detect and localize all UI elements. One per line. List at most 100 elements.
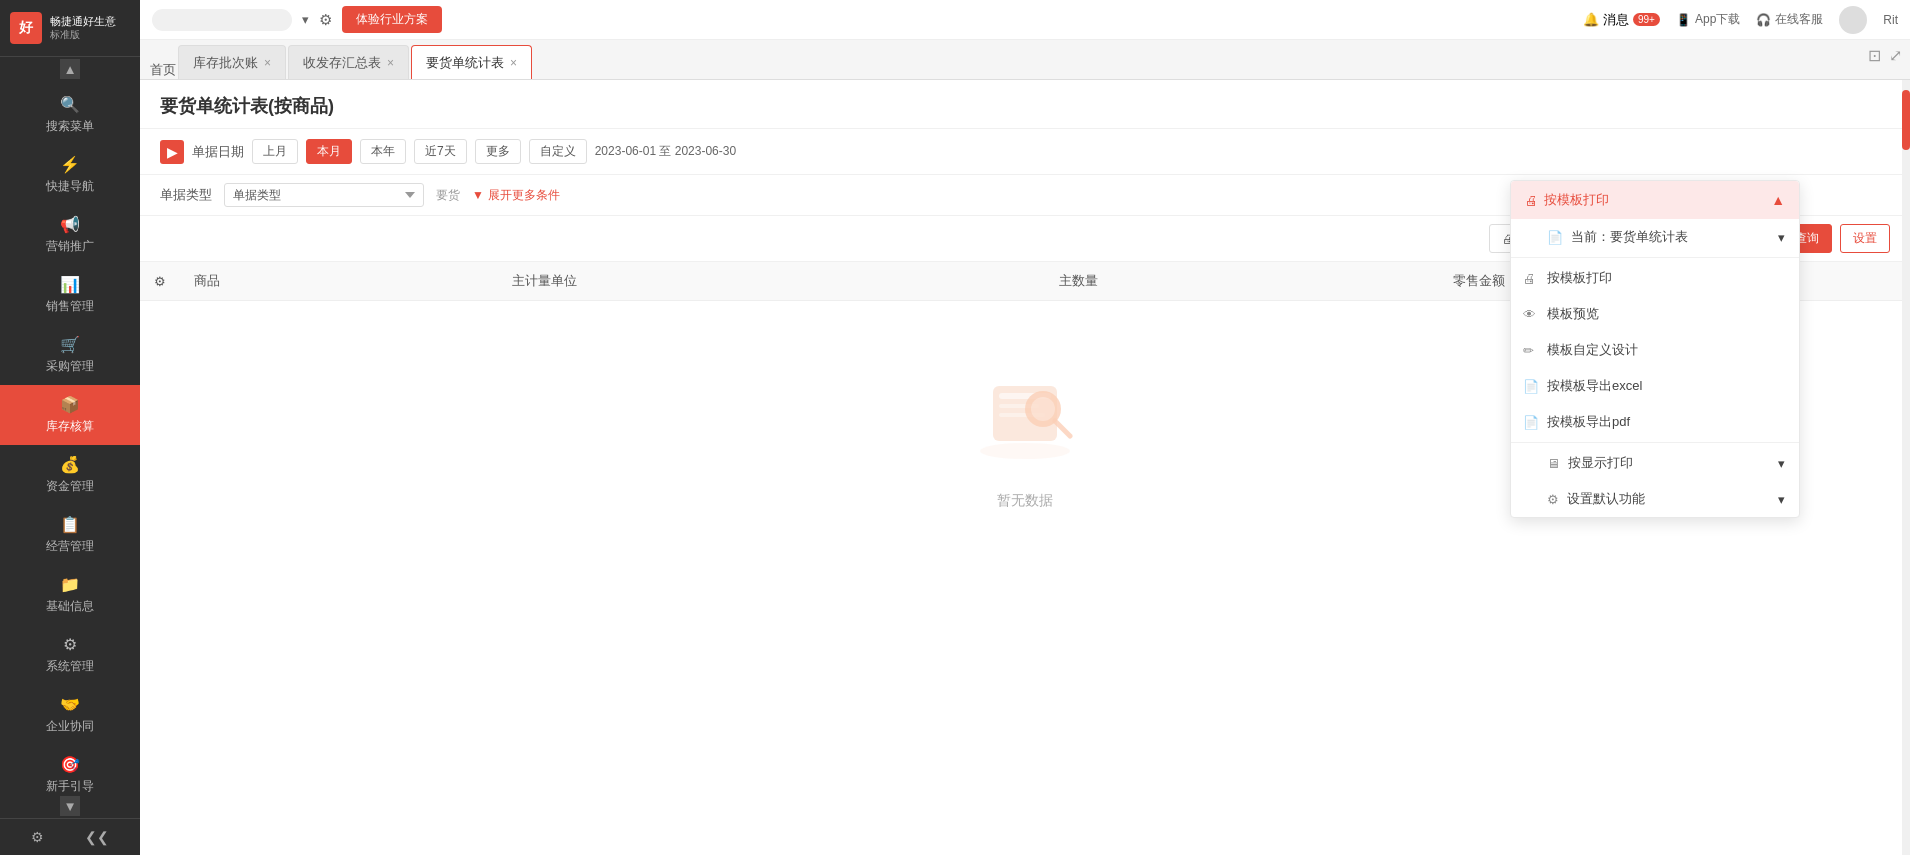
topbar: ▾ ⚙ 体验行业方案 🔔 消息 99+ 📱 App下载 🎧 在线客服 Rit (140, 0, 1910, 40)
scrollbar-thumb[interactable] (1902, 90, 1910, 150)
date-range-display: 2023-06-01 至 2023-06-30 (595, 143, 736, 160)
logo-icon: 好 (10, 12, 42, 44)
template-preview-item[interactable]: 👁 模板预览 (1511, 296, 1799, 332)
sidebar-item-inventory[interactable]: 📦 库存核算 (0, 385, 140, 445)
settings-button[interactable]: 设置 (1840, 224, 1890, 253)
column-unit: 主计量单位 (498, 262, 1045, 301)
lightning-icon: ⚡ (60, 155, 80, 174)
main-area: ▾ ⚙ 体验行业方案 🔔 消息 99+ 📱 App下载 🎧 在线客服 Rit 首… (140, 0, 1910, 855)
display-print-chevron: ▾ (1778, 456, 1785, 471)
expand-icon: ▼ (472, 188, 484, 202)
sidebar-item-operation[interactable]: 📋 经营管理 (0, 505, 140, 565)
print-dropdown-title: 🖨 按模板打印 (1525, 191, 1609, 209)
svg-point-0 (980, 443, 1070, 459)
sidebar-scroll-up[interactable]: ▲ (60, 59, 80, 79)
template-pdf-icon: 📄 (1523, 415, 1539, 430)
tab-close-inventory-batch[interactable]: × (264, 56, 271, 70)
cart-icon: 🛒 (60, 335, 80, 354)
template-pdf-item[interactable]: 📄 按模板导出pdf (1511, 404, 1799, 440)
empty-text: 暂无数据 (997, 492, 1053, 510)
order-type-label: 要货 (436, 187, 460, 204)
sidebar-item-search[interactable]: 🔍 搜索菜单 (0, 85, 140, 145)
money-icon: 💰 (60, 455, 80, 474)
sidebar-item-system[interactable]: ⚙ 系统管理 (0, 625, 140, 685)
chart-icon: 📊 (60, 275, 80, 294)
avatar[interactable] (1839, 6, 1867, 34)
sidebar: 好 畅捷通好生意 标准版 ▲ 🔍 搜索菜单 ⚡ 快捷导航 📢 营销推广 📊 销售… (0, 0, 140, 855)
type-label: 单据类型 (160, 186, 212, 204)
empty-illustration (965, 361, 1085, 480)
template-excel-item[interactable]: 📄 按模板导出excel (1511, 368, 1799, 404)
bell-icon: 🔔 (1583, 12, 1599, 27)
message-button[interactable]: 🔔 消息 99+ (1583, 11, 1660, 29)
sidebar-item-sales[interactable]: 📊 销售管理 (0, 265, 140, 325)
app-logo: 好 畅捷通好生意 标准版 (0, 0, 140, 57)
folder-icon: 📁 (60, 575, 80, 594)
print-dropdown-close-button[interactable]: ▲ (1771, 192, 1785, 208)
sidebar-scroll-down[interactable]: ▼ (60, 796, 80, 816)
topbar-gear-button[interactable]: ⚙ (319, 11, 332, 29)
date-btn-custom[interactable]: 自定义 (529, 139, 587, 164)
trial-button[interactable]: 体验行业方案 (342, 6, 442, 33)
tab-collection-summary[interactable]: 收发存汇总表 × (288, 45, 409, 79)
column-product: 商品 (180, 262, 498, 301)
tab-close-collection-summary[interactable]: × (387, 56, 394, 70)
expand-more-button[interactable]: ▼ 展开更多条件 (472, 187, 560, 204)
date-btn-7days[interactable]: 近7天 (414, 139, 467, 164)
sidebar-bottom: ⚙ ❮❮ (0, 818, 140, 855)
sidebar-collapse-button[interactable]: ❮❮ (85, 829, 109, 845)
display-print-item[interactable]: 🖥 按显示打印 ▾ (1511, 445, 1799, 481)
filter-bar: ▶ 单据日期 上月 本月 本年 近7天 更多 自定义 2023-06-01 至 … (140, 129, 1910, 175)
print-dropdown-header: 🖨 按模板打印 ▲ (1511, 181, 1799, 219)
tabbar: 首页 库存批次账 × 收发存汇总表 × 要货单统计表 × ⊡ ⤢ (140, 40, 1910, 80)
date-btn-this-year[interactable]: 本年 (360, 139, 406, 164)
handshake-icon: 🤝 (60, 695, 80, 714)
sidebar-item-basic[interactable]: 📁 基础信息 (0, 565, 140, 625)
svg-point-6 (1031, 397, 1055, 421)
date-btn-last-month[interactable]: 上月 (252, 139, 298, 164)
template-preview-icon: 👁 (1523, 307, 1536, 322)
sidebar-item-collab[interactable]: 🤝 企业协同 (0, 685, 140, 745)
template-design-icon: ✏ (1523, 343, 1534, 358)
column-gear[interactable]: ⚙ (140, 262, 180, 301)
tab-close-order-stats[interactable]: × (510, 56, 517, 70)
megaphone-icon: 📢 (60, 215, 80, 234)
tab-maximize-button[interactable]: ⤢ (1889, 46, 1902, 65)
set-default-chevron: ▾ (1778, 492, 1785, 507)
gear-icon: ⚙ (63, 635, 77, 654)
date-label: 单据日期 (192, 143, 244, 161)
template-print-item[interactable]: 🖨 按模板打印 (1511, 260, 1799, 296)
sidebar-item-finance[interactable]: 💰 资金管理 (0, 445, 140, 505)
sidebar-nav: 🔍 搜索菜单 ⚡ 快捷导航 📢 营销推广 📊 销售管理 🛒 采购管理 📦 库存核… (0, 81, 140, 794)
type-select[interactable]: 单据类型 (224, 183, 424, 207)
clipboard-icon: 📋 (60, 515, 80, 534)
date-btn-more[interactable]: 更多 (475, 139, 521, 164)
template-design-item[interactable]: ✏ 模板自定义设计 (1511, 332, 1799, 368)
current-template-item[interactable]: 📄 当前：要货单统计表 ▾ (1511, 219, 1799, 255)
sidebar-item-shortcut[interactable]: ⚡ 快捷导航 (0, 145, 140, 205)
page-title: 要货单统计表(按商品) (160, 96, 334, 116)
topbar-search-input[interactable] (152, 9, 292, 31)
tab-home[interactable]: 首页 (150, 61, 176, 79)
sidebar-item-marketing[interactable]: 📢 营销推广 (0, 205, 140, 265)
column-quantity: 主数量 (1045, 262, 1439, 301)
target-icon: 🎯 (60, 755, 80, 774)
date-btn-this-month[interactable]: 本月 (306, 139, 352, 164)
sidebar-item-purchase[interactable]: 🛒 采购管理 (0, 325, 140, 385)
download-icon: 📱 (1676, 13, 1691, 27)
right-scrollbar[interactable] (1902, 80, 1910, 855)
template-excel-icon: 📄 (1523, 379, 1539, 394)
filter-expand-button[interactable]: ▶ (160, 140, 184, 164)
online-service-link[interactable]: 🎧 在线客服 (1756, 11, 1823, 28)
topbar-dropdown-button[interactable]: ▾ (302, 12, 309, 27)
display-print-icon: 🖥 (1547, 456, 1560, 471)
app-download-link[interactable]: 📱 App下载 (1676, 11, 1740, 28)
sidebar-item-guide[interactable]: 🎯 新手引导 (0, 745, 140, 794)
set-default-item[interactable]: ⚙ 设置默认功能 ▾ (1511, 481, 1799, 517)
tab-order-stats[interactable]: 要货单统计表 × (411, 45, 532, 79)
tab-inventory-batch[interactable]: 库存批次账 × (178, 45, 286, 79)
sidebar-settings-button[interactable]: ⚙ (31, 829, 44, 845)
current-template-chevron: ▾ (1778, 230, 1785, 245)
box-icon: 📦 (60, 395, 80, 414)
tab-restore-button[interactable]: ⊡ (1868, 46, 1881, 65)
